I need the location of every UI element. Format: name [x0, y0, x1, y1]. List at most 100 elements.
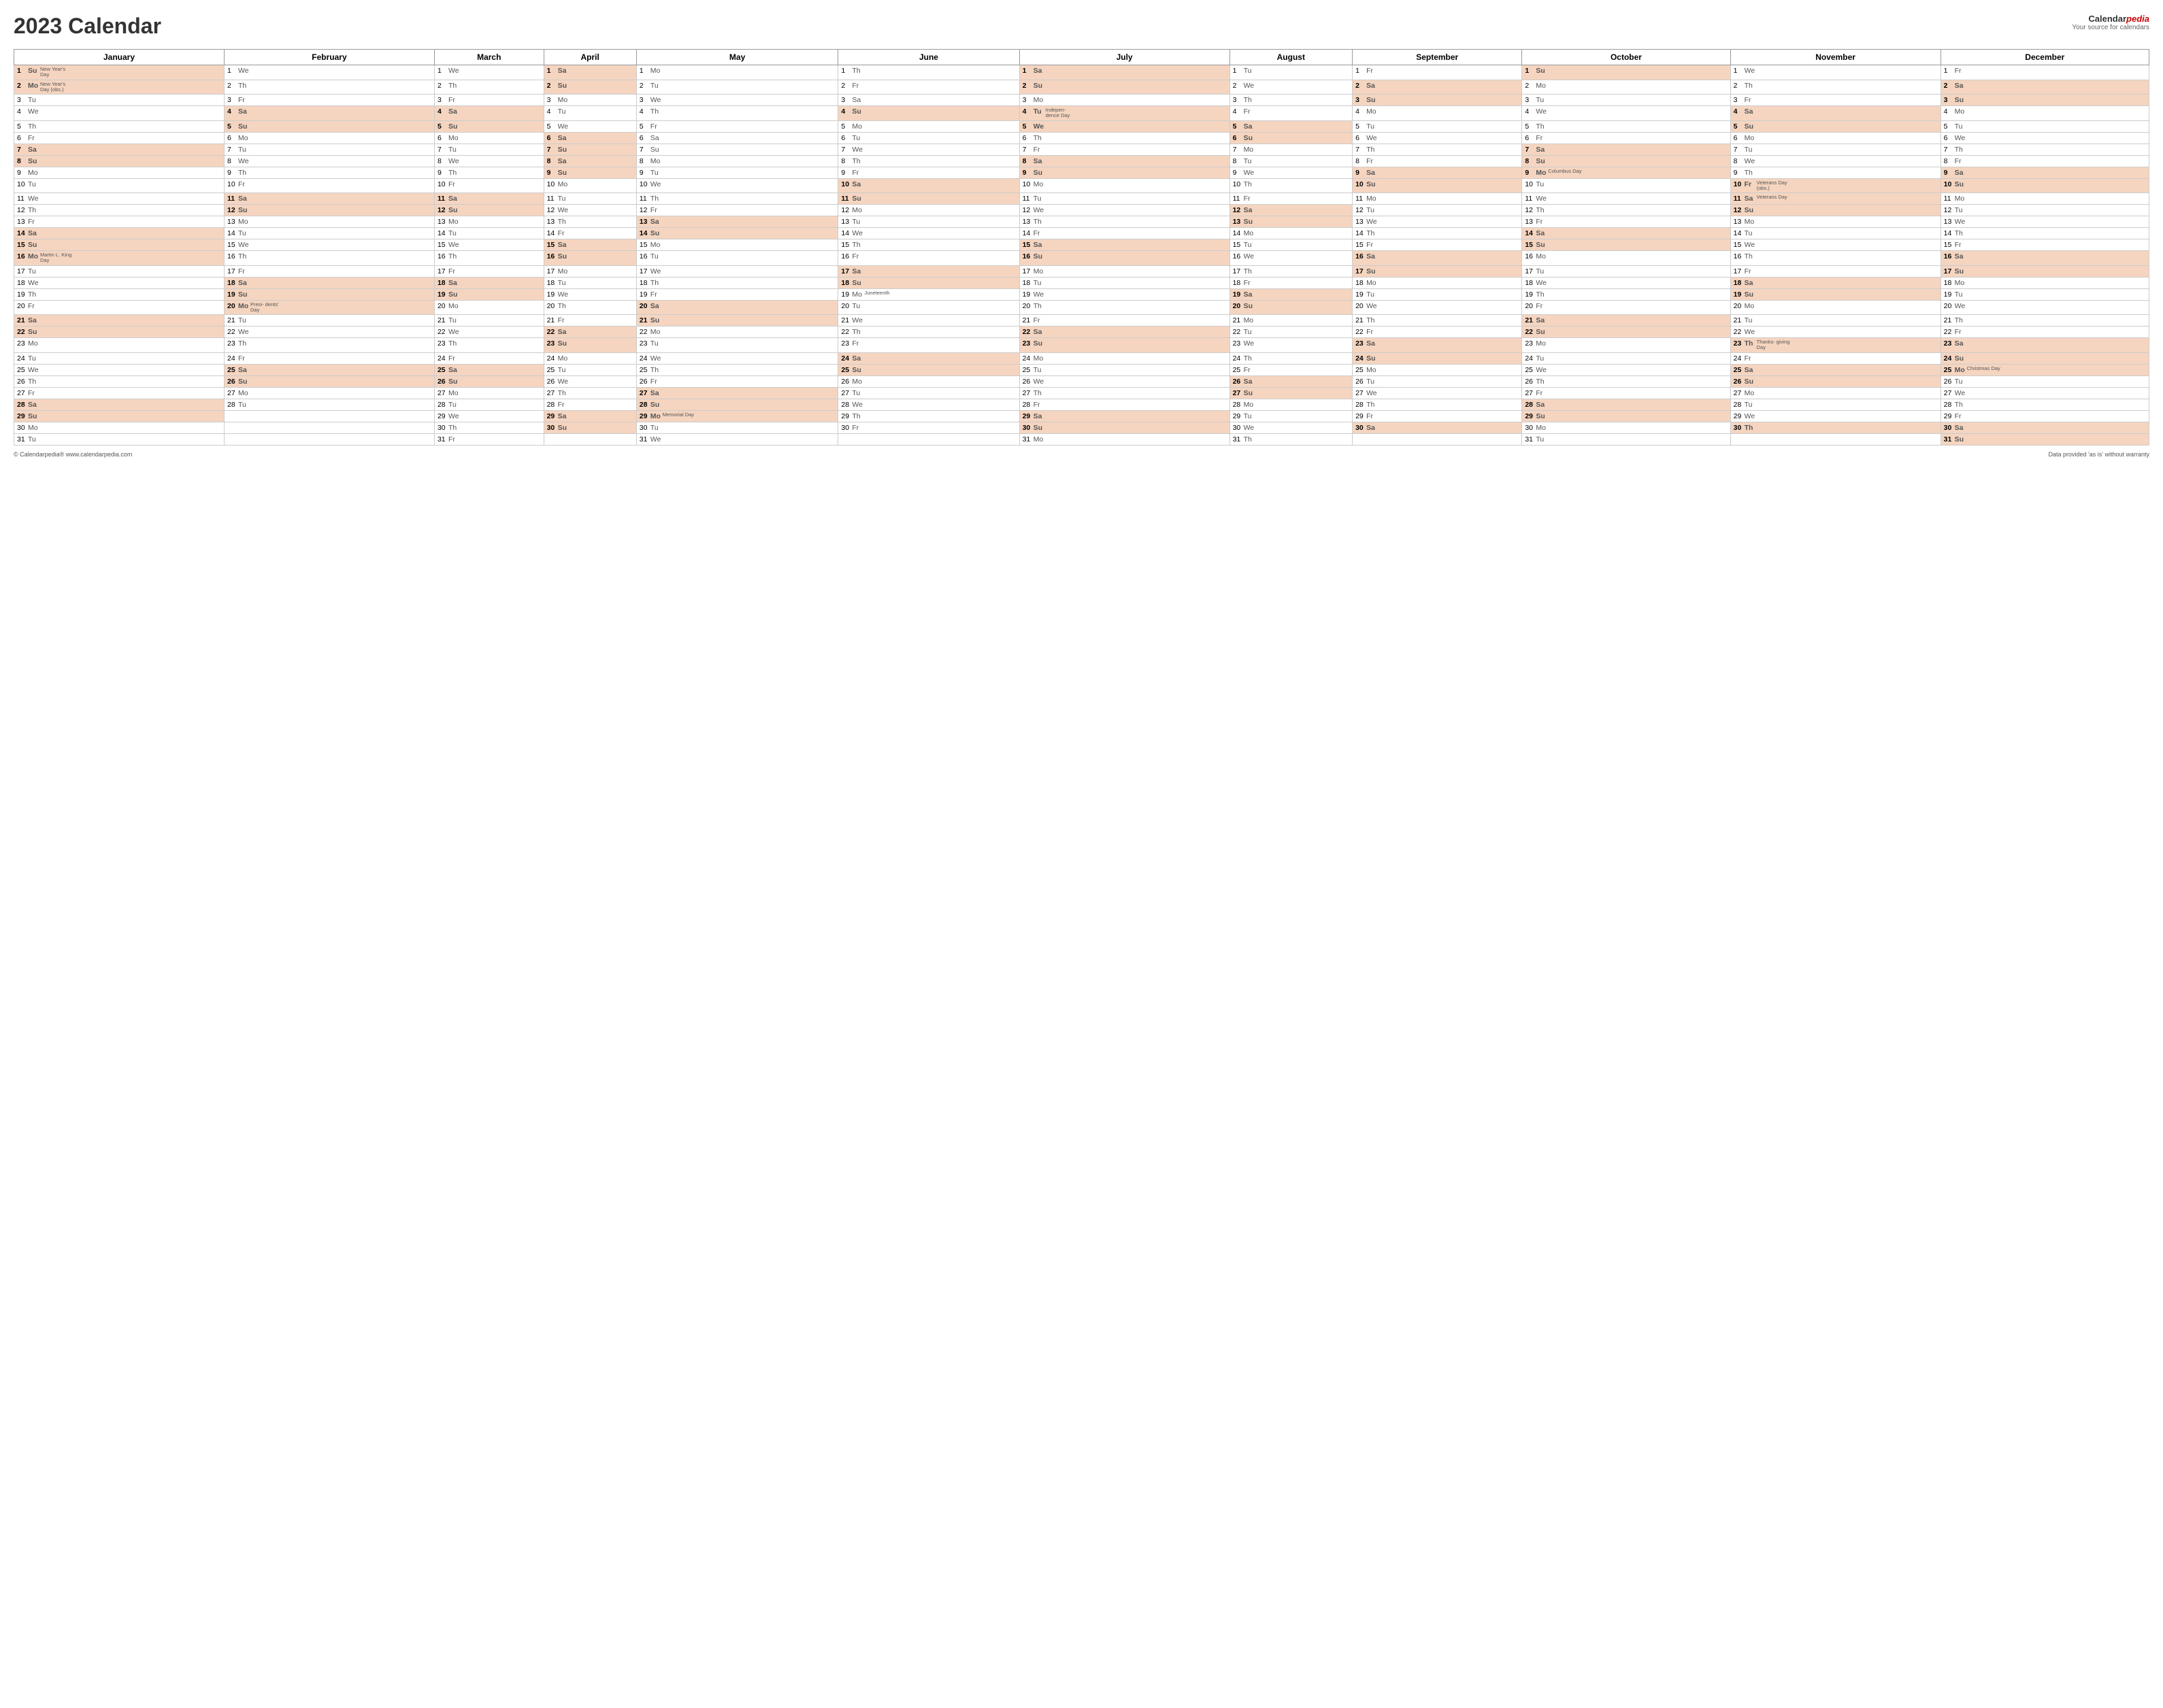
oct-1: 1Su: [1522, 65, 1730, 80]
may-10: 10We: [636, 178, 838, 193]
aug-24: 24Th: [1229, 352, 1353, 364]
dec-13: 13We: [1941, 216, 2149, 228]
sep-19: 19Tu: [1353, 288, 1522, 300]
aug-25: 25Fr: [1229, 364, 1353, 375]
oct-13: 13Fr: [1522, 216, 1730, 228]
aug-2: 2We: [1229, 80, 1353, 95]
nov-20: 20Mo: [1730, 300, 1941, 315]
mar-20: 20Mo: [434, 300, 544, 315]
nov-3: 3Fr: [1730, 95, 1941, 106]
apr-4: 4Tu: [544, 106, 636, 121]
sep-8: 8Fr: [1353, 155, 1522, 167]
mar-5: 5Su: [434, 120, 544, 132]
oct-28: 28Sa: [1522, 399, 1730, 410]
jul-27: 27Th: [1019, 387, 1229, 399]
sep-31-empty: [1353, 433, 1522, 445]
jul-21: 21Fr: [1019, 315, 1229, 326]
feb-8: 8We: [224, 155, 434, 167]
may-2: 2Tu: [636, 80, 838, 95]
dec-11: 11Mo: [1941, 193, 2149, 205]
may-1: 1Mo: [636, 65, 838, 80]
mar-28: 28Tu: [434, 399, 544, 410]
dec-29: 29Fr: [1941, 410, 2149, 422]
oct-3: 3Tu: [1522, 95, 1730, 106]
mar-23: 23Th: [434, 338, 544, 353]
calendar-table: January February March April May June Ju…: [14, 49, 2149, 446]
nov-28: 28Tu: [1730, 399, 1941, 410]
oct-23: 23Mo: [1522, 338, 1730, 353]
table-row: 1SuNew Year's Day 1We 1We 1Sa 1Mo 1Th 1S…: [14, 65, 2149, 80]
apr-28: 28Fr: [544, 399, 636, 410]
dec-20: 20We: [1941, 300, 2149, 315]
mar-16: 16Th: [434, 251, 544, 266]
feb-2: 2Th: [224, 80, 434, 95]
jul-22: 22Sa: [1019, 326, 1229, 338]
nov-8: 8We: [1730, 155, 1941, 167]
disclaimer-text: Data provided 'as is' without warranty: [2048, 451, 2149, 458]
feb-19: 19Su: [224, 288, 434, 300]
jan-13: 13Fr: [14, 216, 225, 228]
oct-16: 16Mo: [1522, 251, 1730, 266]
oct-20: 20Fr: [1522, 300, 1730, 315]
jul-31: 31Mo: [1019, 433, 1229, 445]
table-row: 18We 18Sa 18Sa 18Tu 18Th 18Su 18Tu 18Fr …: [14, 277, 2149, 288]
mar-3: 3Fr: [434, 95, 544, 106]
table-row: 19Th 19Su 19Su 19We 19Fr 19MoJuneteenth …: [14, 288, 2149, 300]
table-row: 29Su 29We 29Sa 29MoMemorial Day 29Th 29S…: [14, 410, 2149, 422]
mar-31: 31Fr: [434, 433, 544, 445]
apr-1: 1Sa: [544, 65, 636, 80]
jun-10: 10Sa: [838, 178, 1019, 193]
dec-10: 10Su: [1941, 178, 2149, 193]
mar-27: 27Mo: [434, 387, 544, 399]
table-row: 17Tu 17Fr 17Fr 17Mo 17We 17Sa 17Mo 17Th …: [14, 265, 2149, 277]
oct-25: 25We: [1522, 364, 1730, 375]
may-9: 9Tu: [636, 167, 838, 178]
sep-25: 25Mo: [1353, 364, 1522, 375]
mar-17: 17Fr: [434, 265, 544, 277]
jan-9: 9Mo: [14, 167, 225, 178]
sep-9: 9Sa: [1353, 167, 1522, 178]
nov-15: 15We: [1730, 239, 1941, 251]
nov-2: 2Th: [1730, 80, 1941, 95]
jun-30: 30Fr: [838, 422, 1019, 433]
may-23: 23Tu: [636, 338, 838, 353]
nov-23: 23ThThanks- giving Day: [1730, 338, 1941, 353]
nov-6: 6Mo: [1730, 132, 1941, 144]
col-july: July: [1019, 50, 1229, 65]
apr-5: 5We: [544, 120, 636, 132]
may-24: 24We: [636, 352, 838, 364]
feb-9: 9Th: [224, 167, 434, 178]
page-header: 2023 Calendar Calendarpedia Your source …: [14, 14, 2149, 39]
jan-15: 15Su: [14, 239, 225, 251]
mar-12: 12Su: [434, 205, 544, 216]
jun-4: 4Su: [838, 106, 1019, 121]
table-row: 9Mo 9Th 9Th 9Su 9Tu 9Fr 9Su 9We 9Sa 9MoC…: [14, 167, 2149, 178]
sep-30: 30Sa: [1353, 422, 1522, 433]
may-20: 20Sa: [636, 300, 838, 315]
oct-14: 14Sa: [1522, 228, 1730, 239]
mar-4: 4Sa: [434, 106, 544, 121]
sep-3: 3Su: [1353, 95, 1522, 106]
feb-1: 1We: [224, 65, 434, 80]
table-row: 26Th 26Su 26Su 26We 26Fr 26Mo 26We 26Sa …: [14, 375, 2149, 387]
apr-20: 20Th: [544, 300, 636, 315]
apr-26: 26We: [544, 375, 636, 387]
jan-7: 7Sa: [14, 144, 225, 155]
brand-name-part2: pedia: [2126, 14, 2149, 24]
may-31: 31We: [636, 433, 838, 445]
jun-1: 1Th: [838, 65, 1019, 80]
apr-25: 25Tu: [544, 364, 636, 375]
may-11: 11Th: [636, 193, 838, 205]
jun-17: 17Sa: [838, 265, 1019, 277]
dec-27: 27We: [1941, 387, 2149, 399]
aug-28: 28Mo: [1229, 399, 1353, 410]
may-4: 4Th: [636, 106, 838, 121]
oct-9: 9MoColumbus Day: [1522, 167, 1730, 178]
aug-3: 3Th: [1229, 95, 1353, 106]
sep-17: 17Su: [1353, 265, 1522, 277]
sep-29: 29Fr: [1353, 410, 1522, 422]
dec-8: 8Fr: [1941, 155, 2149, 167]
apr-27: 27Th: [544, 387, 636, 399]
table-row: 25We 25Sa 25Sa 25Tu 25Th 25Su 25Tu 25Fr …: [14, 364, 2149, 375]
feb-29-empty: [224, 410, 434, 422]
